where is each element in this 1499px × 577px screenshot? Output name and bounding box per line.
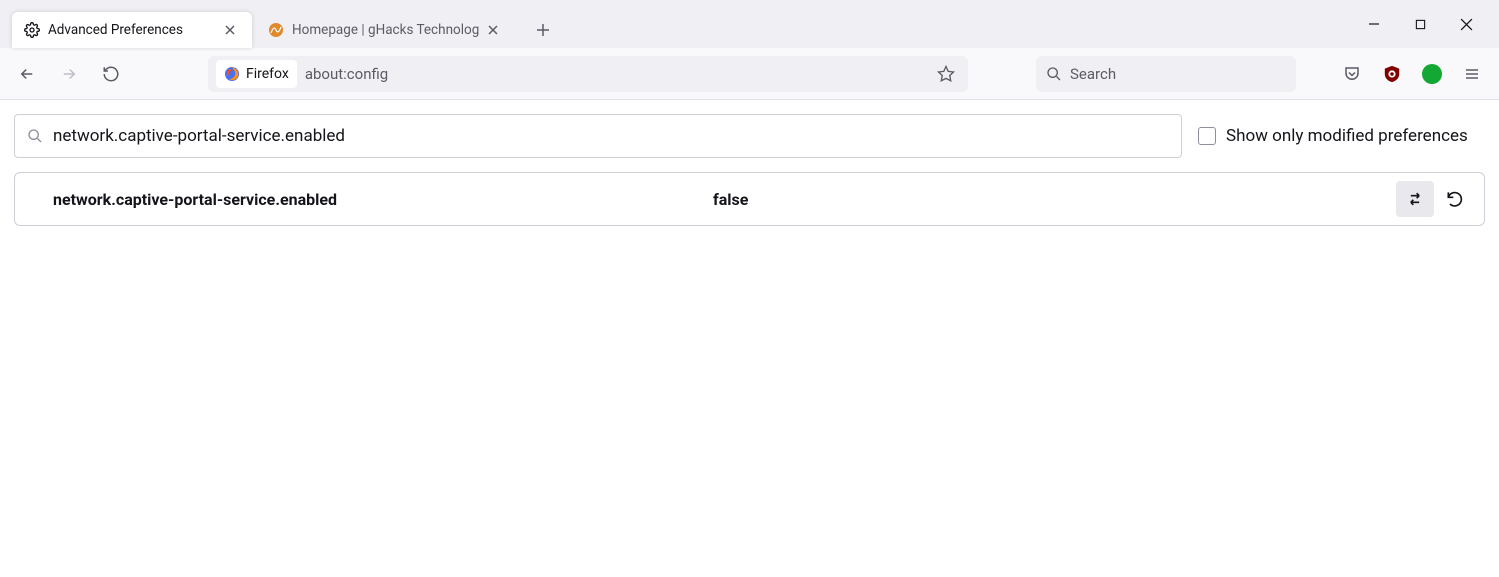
identity-label: Firefox — [246, 66, 289, 82]
tab-title: Homepage | gHacks Technolog — [292, 22, 479, 38]
tab-ghacks-homepage[interactable]: Homepage | gHacks Technolog — [256, 12, 515, 48]
url-text: about:config — [305, 65, 932, 83]
preference-value: false — [713, 190, 1396, 209]
navigation-toolbar: Firefox about:config Search — [0, 48, 1499, 100]
search-icon — [1046, 66, 1062, 82]
url-bar[interactable]: Firefox about:config — [208, 56, 968, 92]
extension-ublock-button[interactable] — [1375, 57, 1409, 91]
preference-name: network.captive-portal-service.enabled — [53, 190, 713, 209]
app-menu-button[interactable] — [1455, 57, 1489, 91]
close-window-button[interactable] — [1443, 2, 1489, 46]
search-icon — [27, 128, 43, 144]
search-bar[interactable]: Search — [1036, 56, 1296, 92]
window-controls — [1351, 0, 1491, 48]
profile-avatar-icon — [1422, 64, 1442, 84]
reset-preference-button[interactable] — [1436, 181, 1474, 217]
show-modified-checkbox[interactable] — [1198, 127, 1216, 145]
reload-button[interactable] — [94, 57, 128, 91]
preference-row[interactable]: network.captive-portal-service.enabled f… — [15, 173, 1484, 225]
show-modified-label-text: Show only modified preferences — [1226, 126, 1468, 146]
config-search-box[interactable] — [14, 114, 1182, 158]
bookmark-star-button[interactable] — [932, 60, 960, 88]
toggle-preference-button[interactable] — [1396, 181, 1434, 217]
pocket-button[interactable] — [1335, 57, 1369, 91]
profile-button[interactable] — [1415, 57, 1449, 91]
tab-bar: Advanced Preferences Homepage | gHacks T… — [0, 0, 1499, 48]
site-favicon-icon — [268, 22, 284, 38]
tab-close-button[interactable] — [483, 20, 503, 40]
gear-icon — [24, 22, 40, 38]
back-button[interactable] — [10, 57, 44, 91]
firefox-icon — [224, 66, 240, 82]
about-config-content: Show only modified preferences network.c… — [0, 100, 1499, 240]
new-tab-button[interactable] — [527, 14, 559, 46]
forward-button[interactable] — [52, 57, 86, 91]
search-placeholder: Search — [1070, 65, 1116, 83]
show-modified-checkbox-label[interactable]: Show only modified preferences — [1198, 126, 1468, 146]
tab-close-button[interactable] — [220, 20, 240, 40]
tab-title: Advanced Preferences — [48, 22, 216, 38]
minimize-button[interactable] — [1351, 2, 1397, 46]
config-search-input[interactable] — [53, 126, 1169, 146]
tab-advanced-preferences[interactable]: Advanced Preferences — [12, 12, 252, 48]
identity-box[interactable]: Firefox — [216, 60, 297, 88]
maximize-button[interactable] — [1397, 2, 1443, 46]
preference-table: network.captive-portal-service.enabled f… — [14, 172, 1485, 226]
